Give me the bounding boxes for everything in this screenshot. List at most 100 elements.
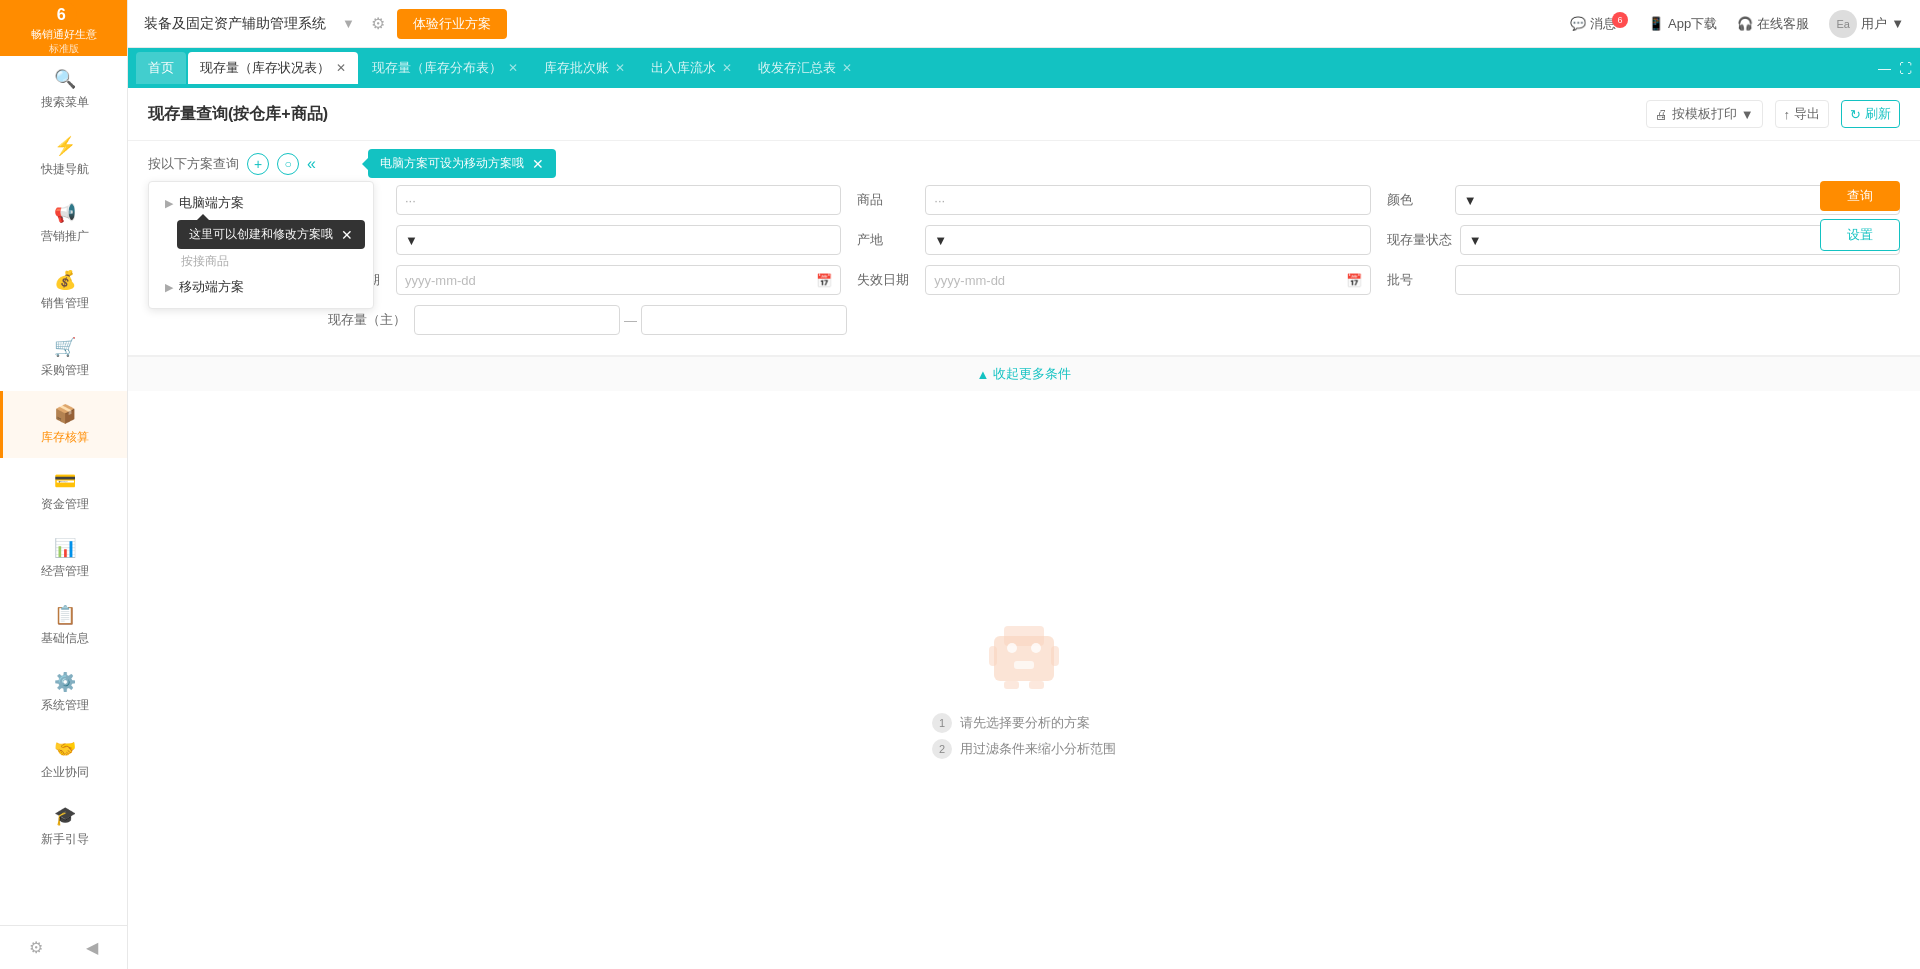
qty-max-input[interactable]	[641, 305, 847, 335]
avatar-text: Ea	[1836, 18, 1849, 30]
filter-area: 按以下方案查询 + ○ « 电脑方案可设为移动方案哦 ✕ ▶ 电脑端方案	[128, 141, 1920, 356]
print-button[interactable]: 🖨 按模板打印 ▼	[1646, 100, 1763, 128]
tab-home-label: 首页	[148, 59, 174, 77]
tab-close-icon[interactable]: ✕	[336, 61, 346, 75]
sidebar-item-purchase[interactable]: 🛒 采购管理	[0, 324, 127, 391]
origin-select[interactable]: ▼	[925, 225, 1370, 255]
sidebar-item-label: 新手引导	[41, 831, 89, 848]
tab-close-icon[interactable]: ✕	[842, 61, 852, 75]
step-text-1: 请先选择要分析的方案	[960, 714, 1090, 732]
online-support-action[interactable]: 🎧 在线客服	[1737, 15, 1809, 33]
page-header: 现存量查询(按仓库+商品) 🖨 按模板打印 ▼ ↑ 导出 ↻ 刷新	[128, 88, 1920, 141]
tab-minimize-icon[interactable]: —	[1878, 61, 1891, 76]
trial-button[interactable]: 体验行业方案	[397, 9, 507, 39]
svg-rect-7	[989, 646, 997, 666]
filter-field-produce-date: 生产日期 yyyy-mm-dd 📅	[328, 265, 841, 295]
filter-fields-wrapper: 仓库 ··· 商品 ··· 颜色 ▼	[328, 185, 1900, 335]
sidebar-item-label: 搜索菜单	[41, 94, 89, 111]
system-title: 装备及固定资产辅助管理系统	[144, 15, 326, 33]
expire-date-placeholder: yyyy-mm-dd	[934, 273, 1005, 288]
message-action[interactable]: 💬 消息 6	[1570, 15, 1628, 33]
sidebar-item-search[interactable]: 🔍 搜索菜单	[0, 56, 127, 123]
sidebar-item-label: 资金管理	[41, 496, 89, 513]
tab-home[interactable]: 首页	[136, 52, 186, 84]
tab-expand-icon[interactable]: ⛶	[1899, 61, 1912, 76]
search-btn-group: 查询 设置	[1820, 181, 1900, 251]
message-icon: 💬	[1570, 16, 1586, 31]
app-download-action[interactable]: 📱 App下载	[1648, 15, 1717, 33]
filter-field-origin: 产地 ▼	[857, 225, 1370, 255]
sidebar-item-guide[interactable]: 🎓 新手引导	[0, 793, 127, 860]
tab-flow[interactable]: 出入库流水 ✕	[639, 52, 744, 84]
collapse-sidebar-btn[interactable]: ◀	[86, 938, 98, 957]
purchase-icon: 🛒	[54, 336, 76, 358]
svg-point-5	[1031, 643, 1041, 653]
sales-icon: 💰	[54, 269, 76, 291]
qty-min-input[interactable]	[414, 305, 620, 335]
search-icon: 🔍	[54, 68, 76, 90]
title-arrow-icon: ▼	[342, 16, 355, 31]
sidebar-item-label: 库存核算	[41, 429, 89, 446]
qty-range: —	[414, 305, 847, 335]
phone-icon: 📱	[1648, 16, 1664, 31]
tab-batch[interactable]: 库存批次账 ✕	[532, 52, 637, 84]
add-scheme-button[interactable]: +	[247, 153, 269, 175]
user-action[interactable]: Ea 用户 ▼	[1829, 10, 1904, 38]
sidebar-item-finance[interactable]: 💳 资金管理	[0, 458, 127, 525]
main-content: 装备及固定资产辅助管理系统 ▼ ⚙ 体验行业方案 💬 消息 6 📱 App下载 …	[128, 0, 1920, 969]
collapse-button[interactable]: ▲ 收起更多条件	[128, 356, 1920, 391]
online-support-label: 在线客服	[1757, 15, 1809, 33]
status-label: 现存量状态	[1387, 231, 1452, 249]
edit-scheme-button[interactable]: ○	[277, 153, 299, 175]
warehouse-select[interactable]: ···	[396, 185, 841, 215]
origin-label: 产地	[857, 231, 917, 249]
tab-close-icon[interactable]: ✕	[722, 61, 732, 75]
warehouse-dots: ···	[405, 193, 416, 208]
tooltip2-close-icon[interactable]: ✕	[341, 227, 353, 243]
batch-input[interactable]	[1455, 265, 1900, 295]
reset-button[interactable]: 设置	[1820, 219, 1900, 251]
batch-label: 批号	[1387, 271, 1447, 289]
tooltip-text: 电脑方案可设为移动方案哦	[380, 155, 524, 172]
scheme-pc-item[interactable]: ▶ 电脑端方案	[157, 190, 365, 216]
sidebar-item-label: 基础信息	[41, 630, 89, 647]
sidebar-item-nav[interactable]: ⚡ 快捷导航	[0, 123, 127, 190]
search-button[interactable]: 查询	[1820, 181, 1900, 211]
sidebar-item-collab[interactable]: 🤝 企业协同	[0, 726, 127, 793]
sidebar-item-sales[interactable]: 💰 销售管理	[0, 257, 127, 324]
back-scheme-button[interactable]: «	[307, 155, 316, 173]
tab-label: 收发存汇总表	[758, 59, 836, 77]
product-select[interactable]: ···	[925, 185, 1370, 215]
filter-field-expire-date: 失效日期 yyyy-mm-dd 📅	[857, 265, 1370, 295]
sidebar-item-label: 经营管理	[41, 563, 89, 580]
gear-button[interactable]: ⚙	[371, 14, 385, 33]
page-title: 现存量查询(按仓库+商品)	[148, 104, 328, 125]
export-icon: ↑	[1784, 107, 1791, 122]
sidebar-item-system[interactable]: ⚙️ 系统管理	[0, 659, 127, 726]
settings-footer-btn[interactable]: ⚙	[29, 938, 43, 957]
scheme-label-item[interactable]: 按接商品	[157, 249, 365, 274]
collapse-label: 收起更多条件	[993, 365, 1071, 383]
scheme-pc-label: 电脑端方案	[179, 194, 244, 212]
sidebar-item-management[interactable]: 📊 经营管理	[0, 525, 127, 592]
export-button[interactable]: ↑ 导出	[1775, 100, 1830, 128]
tooltip-close-icon[interactable]: ✕	[532, 156, 544, 172]
expire-date-input[interactable]: yyyy-mm-dd 📅	[925, 265, 1370, 295]
tab-label: 库存批次账	[544, 59, 609, 77]
empty-step-2: 2 用过滤条件来缩小分析范围	[932, 739, 1116, 759]
sidebar-item-basic[interactable]: 📋 基础信息	[0, 592, 127, 659]
tab-inventory-status[interactable]: 现存量（库存状况表） ✕	[188, 52, 358, 84]
tooltip2-text: 这里可以创建和修改方案哦	[189, 226, 333, 243]
produce-date-input[interactable]: yyyy-mm-dd 📅	[396, 265, 841, 295]
scheme-mobile-item[interactable]: ▶ 移动端方案	[157, 274, 365, 300]
tab-summary[interactable]: 收发存汇总表 ✕	[746, 52, 864, 84]
tab-inventory-dist[interactable]: 现存量（库存分布表） ✕	[360, 52, 530, 84]
size-select[interactable]: ▼	[396, 225, 841, 255]
refresh-button[interactable]: ↻ 刷新	[1841, 100, 1900, 128]
color-label: 颜色	[1387, 191, 1447, 209]
svg-rect-3	[1004, 626, 1044, 646]
tab-close-icon[interactable]: ✕	[508, 61, 518, 75]
tab-close-icon[interactable]: ✕	[615, 61, 625, 75]
sidebar-item-marketing[interactable]: 📢 营销推广	[0, 190, 127, 257]
sidebar-item-inventory[interactable]: 📦 库存核算	[0, 391, 127, 458]
